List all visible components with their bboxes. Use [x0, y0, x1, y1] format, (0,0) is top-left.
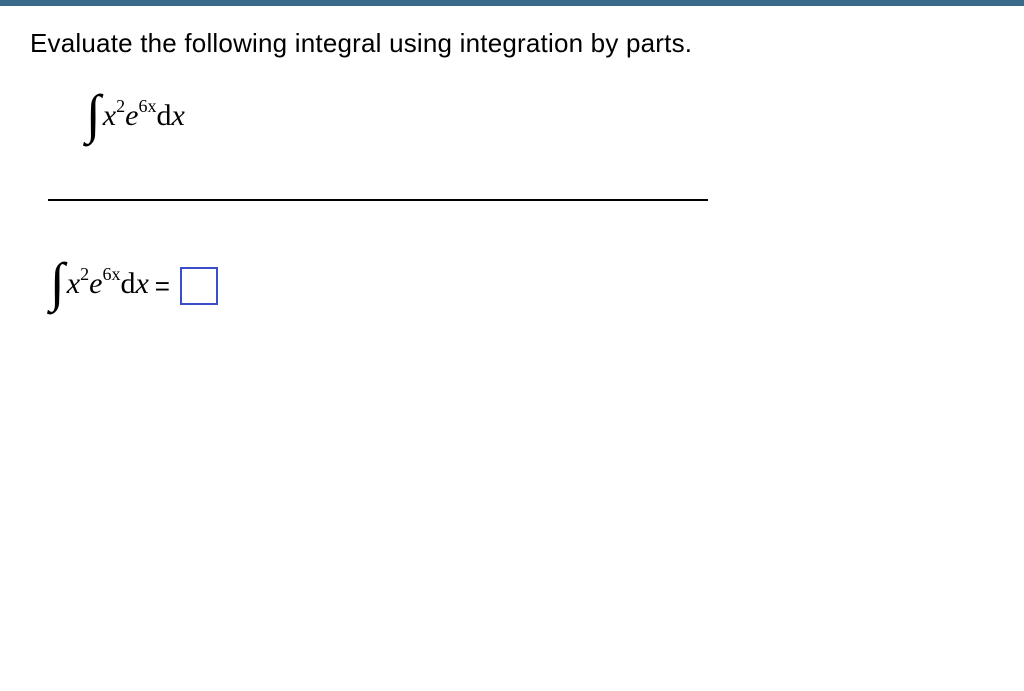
integral-expression: ∫x2e6xdx — [86, 99, 185, 132]
question-prompt: Evaluate the following integral using in… — [30, 28, 994, 59]
answer-row: ∫x2e6xdx = — [50, 255, 994, 317]
integral-display: ∫x2e6xdx — [86, 87, 994, 149]
content-area: Evaluate the following integral using in… — [0, 6, 1024, 339]
integral-symbol: ∫ — [86, 83, 101, 145]
answer-expression: ∫x2e6xdx — [50, 255, 149, 317]
section-divider — [48, 199, 708, 201]
answer-input[interactable] — [180, 267, 218, 305]
integral-symbol: ∫ — [50, 251, 65, 313]
equals-sign: = — [155, 271, 170, 302]
